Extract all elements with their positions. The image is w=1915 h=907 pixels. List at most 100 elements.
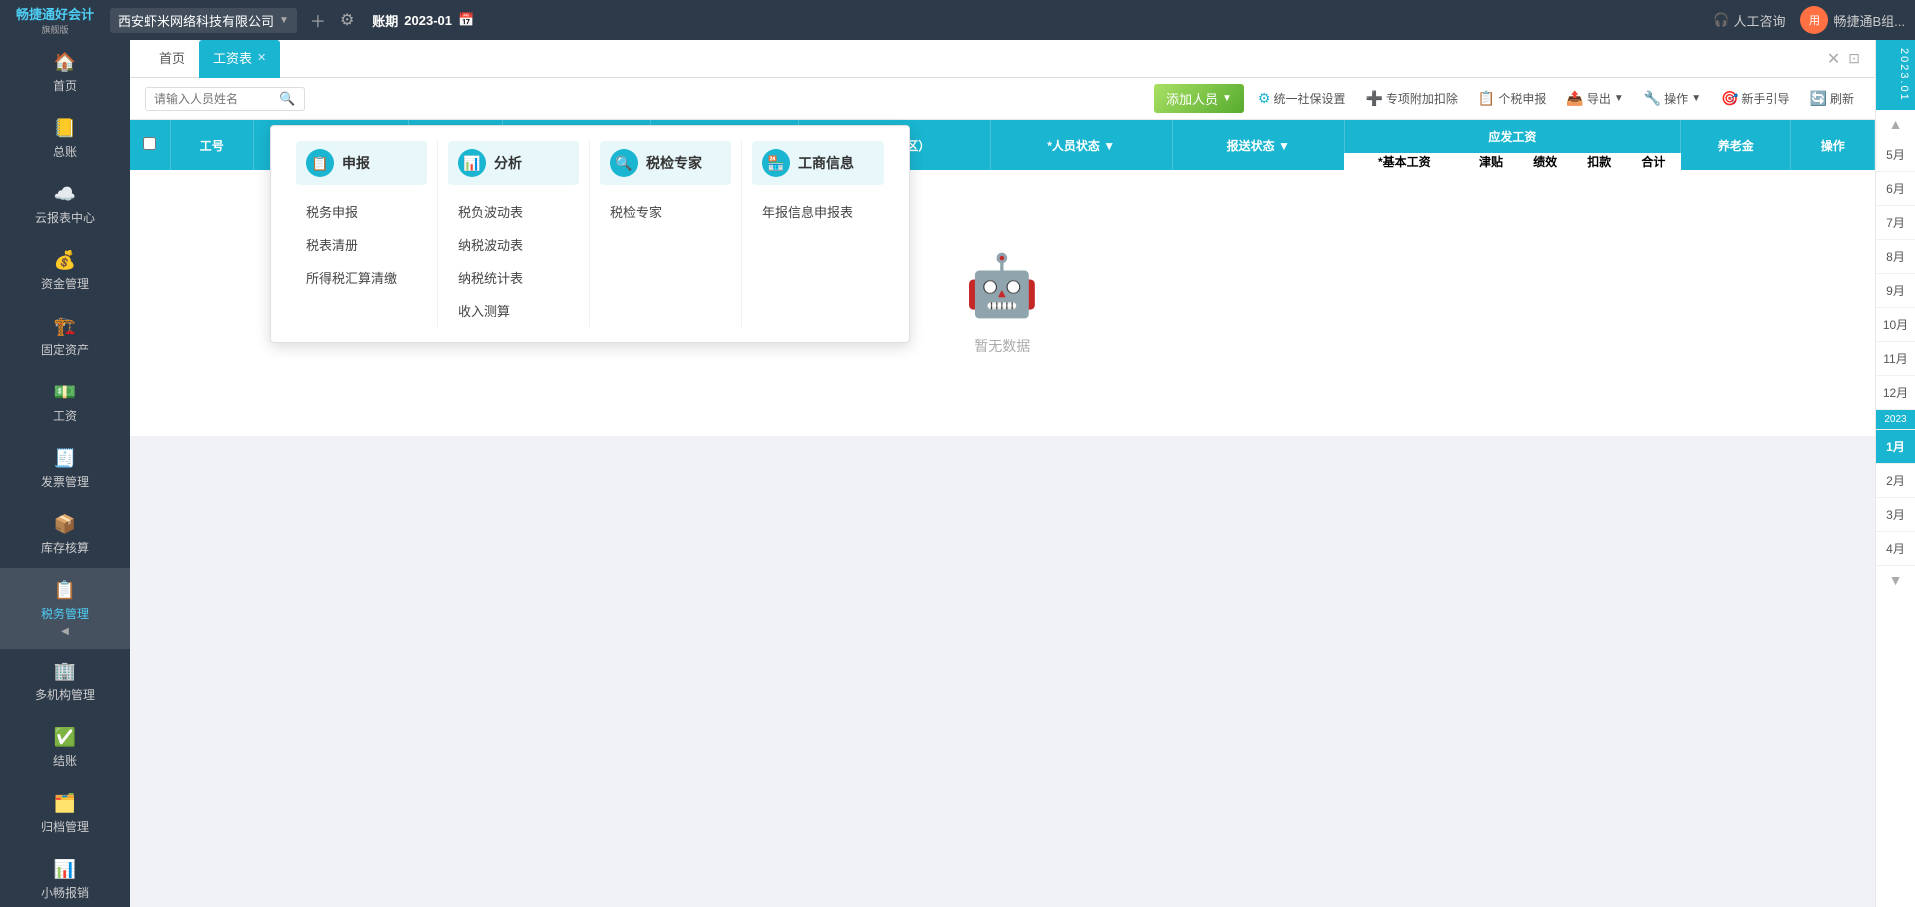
year-2023-label: 2023: [1876, 410, 1915, 430]
sidebar-item-salary[interactable]: 💵 工资: [0, 370, 130, 436]
month-7[interactable]: 7月: [1876, 206, 1915, 240]
social-security-icon: ⚙: [1258, 90, 1271, 107]
headphone-icon: 🎧: [1713, 12, 1729, 28]
status-header: *人员状态 ▼: [990, 120, 1172, 170]
month-10[interactable]: 10月: [1876, 308, 1915, 342]
income-calc-item[interactable]: 收入测算: [448, 294, 579, 327]
add-icon[interactable]: ＋: [307, 5, 329, 35]
sidebar-item-archive[interactable]: 🗂️ 归档管理: [0, 781, 130, 847]
sidebar-item-invoice[interactable]: 🧾 发票管理: [0, 436, 130, 502]
guide-btn-icon: 🎯: [1721, 90, 1738, 107]
checkbox-header[interactable]: [130, 120, 170, 170]
period-value: 2023-01: [404, 13, 452, 28]
assets-icon: 🏗️: [54, 316, 76, 337]
next-year-btn[interactable]: ▼: [1889, 566, 1903, 594]
tax-payment-item[interactable]: 纳税波动表: [448, 228, 579, 261]
company-name: 西安虾米网络科技有限公司: [118, 11, 274, 30]
tax-burden-item[interactable]: 税负波动表: [448, 195, 579, 228]
send-status-header: 报送状态 ▼: [1172, 120, 1344, 170]
main-layout: 🏠 首页 📒 总账 ☁️ 云报表中心 💰 资金管理 🏗️ 固定资产 💵 工资 🧾…: [0, 40, 1915, 907]
performance-header: 绩效: [1518, 153, 1572, 170]
month-5[interactable]: 5月: [1876, 138, 1915, 172]
search-input[interactable]: [154, 92, 274, 106]
taxexpert-title: 税检专家: [646, 153, 702, 173]
company-selector[interactable]: 西安虾米网络科技有限公司 ▼: [110, 8, 297, 33]
service-link[interactable]: 🎧 人工咨询: [1713, 11, 1785, 30]
sidebar-item-xiaochang[interactable]: 📊 小畅报销: [0, 847, 130, 907]
content-area: 首页 工资表 ✕ ✕ ⊡ 🔍 添加人员 ▼: [130, 40, 1875, 907]
export-chevron-icon: ▼: [1614, 93, 1624, 104]
add-person-button[interactable]: 添加人员 ▼: [1154, 84, 1244, 113]
tab-salary-table[interactable]: 工资表 ✕: [199, 40, 280, 78]
sidebar-item-tax[interactable]: 📋 税务管理 ◀: [0, 568, 130, 649]
calendar-icon[interactable]: 📅: [458, 12, 474, 28]
month-1-active[interactable]: 1月: [1876, 430, 1915, 464]
month-12[interactable]: 12月: [1876, 376, 1915, 410]
operations-btn[interactable]: 🔧 操作 ▼: [1638, 86, 1707, 111]
window-restore-icon[interactable]: ⊡: [1848, 50, 1860, 67]
special-deduct-btn[interactable]: ➕ 专项附加扣除: [1359, 86, 1463, 111]
month-6[interactable]: 6月: [1876, 172, 1915, 206]
operations-label: 操作: [1664, 90, 1688, 107]
prev-year-btn[interactable]: ▲: [1889, 110, 1903, 138]
tax-declaration-item[interactable]: 税务申报: [296, 195, 427, 228]
taxexpert-item[interactable]: 税检专家: [600, 195, 731, 228]
tax-dropdown-menu: 📋 申报 税务申报 税表清册 所得税汇算清缴 📊 分析 税负波动表 纳税波动表 …: [270, 125, 910, 343]
export-btn[interactable]: 📤 导出 ▼: [1560, 86, 1629, 111]
sidebar-collapse-icon: ◀: [61, 626, 69, 637]
sidebar-item-fund[interactable]: 💰 资金管理: [0, 238, 130, 304]
top-header: 畅捷通好会计 旗舰版 西安虾米网络科技有限公司 ▼ ＋ ⚙ 账期 2023-01…: [0, 0, 1915, 40]
guide-button[interactable]: 🎯 新手引导: [1715, 86, 1795, 111]
month-8[interactable]: 8月: [1876, 240, 1915, 274]
tax-decl-icon: 📋: [1478, 90, 1495, 107]
window-close-icon[interactable]: ✕: [1827, 49, 1840, 69]
annual-report-item[interactable]: 年报信息申报表: [752, 195, 884, 228]
sidebar-item-inventory[interactable]: 📦 库存核算: [0, 502, 130, 568]
sidebar-item-home[interactable]: 🏠 首页: [0, 40, 130, 106]
month-3[interactable]: 3月: [1876, 498, 1915, 532]
sidebar-item-cloud[interactable]: ☁️ 云报表中心: [0, 172, 130, 238]
sidebar-item-assets[interactable]: 🏗️ 固定资产: [0, 304, 130, 370]
multi-icon: 🏢: [54, 661, 76, 682]
month-11[interactable]: 11月: [1876, 342, 1915, 376]
status-filter-icon[interactable]: ▼: [1103, 139, 1115, 153]
refresh-button[interactable]: 🔄 刷新: [1804, 86, 1860, 111]
home-icon: 🏠: [54, 52, 76, 73]
special-deduct-icon: ➕: [1365, 90, 1382, 107]
chevron-down-icon: ▼: [279, 15, 289, 26]
tab-close-icon[interactable]: ✕: [257, 51, 266, 64]
app-subtitle: 旗舰版: [41, 23, 68, 36]
tax-stat-item[interactable]: 纳税统计表: [448, 261, 579, 294]
app-logo: 畅捷通好会计 旗舰版: [10, 4, 100, 36]
tax-declaration-btn[interactable]: 📋 个税申报: [1472, 86, 1552, 111]
select-all-checkbox[interactable]: [143, 137, 156, 150]
sidebar-item-checkout[interactable]: ✅ 结账: [0, 715, 130, 781]
declaration-icon: 📋: [306, 149, 334, 177]
operations-chevron-icon: ▼: [1691, 93, 1701, 104]
user-info[interactable]: 用 畅捷通B组...: [1800, 6, 1905, 34]
dropdown-section-analysis: 📊 分析 税负波动表 纳税波动表 纳税统计表 收入测算: [438, 141, 590, 327]
income-tax-item[interactable]: 所得税汇算清缴: [296, 261, 427, 294]
right-panel: 2023.01 ▲ 5月 6月 7月 8月 9月 10月 11月 12月 202…: [1875, 40, 1915, 907]
username: 畅捷通B组...: [1833, 11, 1905, 30]
tab-salary-label: 工资表: [213, 48, 252, 67]
search-icon: 🔍: [279, 91, 295, 107]
add-chevron-icon: ▼: [1222, 93, 1232, 104]
salary-icon: 💵: [54, 382, 76, 403]
sidebar-item-multi[interactable]: 🏢 多机构管理: [0, 649, 130, 715]
month-2[interactable]: 2月: [1876, 464, 1915, 498]
dropdown-section-taxexpert: 🔍 税检专家 税检专家: [590, 141, 742, 327]
month-9[interactable]: 9月: [1876, 274, 1915, 308]
bizinfo-icon: 🏪: [762, 149, 790, 177]
send-filter-icon[interactable]: ▼: [1278, 139, 1290, 153]
tax-table-item[interactable]: 税表清册: [296, 228, 427, 261]
sidebar-item-ledger[interactable]: 📒 总账: [0, 106, 130, 172]
invoice-icon: 🧾: [54, 448, 76, 469]
tab-bar: 首页 工资表 ✕ ✕ ⊡: [130, 40, 1875, 78]
operations-header: 操作: [1791, 120, 1875, 170]
allowance-header: 津贴: [1464, 153, 1518, 170]
tab-home[interactable]: 首页: [145, 40, 199, 78]
social-security-btn[interactable]: ⚙ 统一社保设置: [1252, 86, 1352, 111]
settings-icon[interactable]: ⚙: [337, 7, 357, 33]
month-4[interactable]: 4月: [1876, 532, 1915, 566]
